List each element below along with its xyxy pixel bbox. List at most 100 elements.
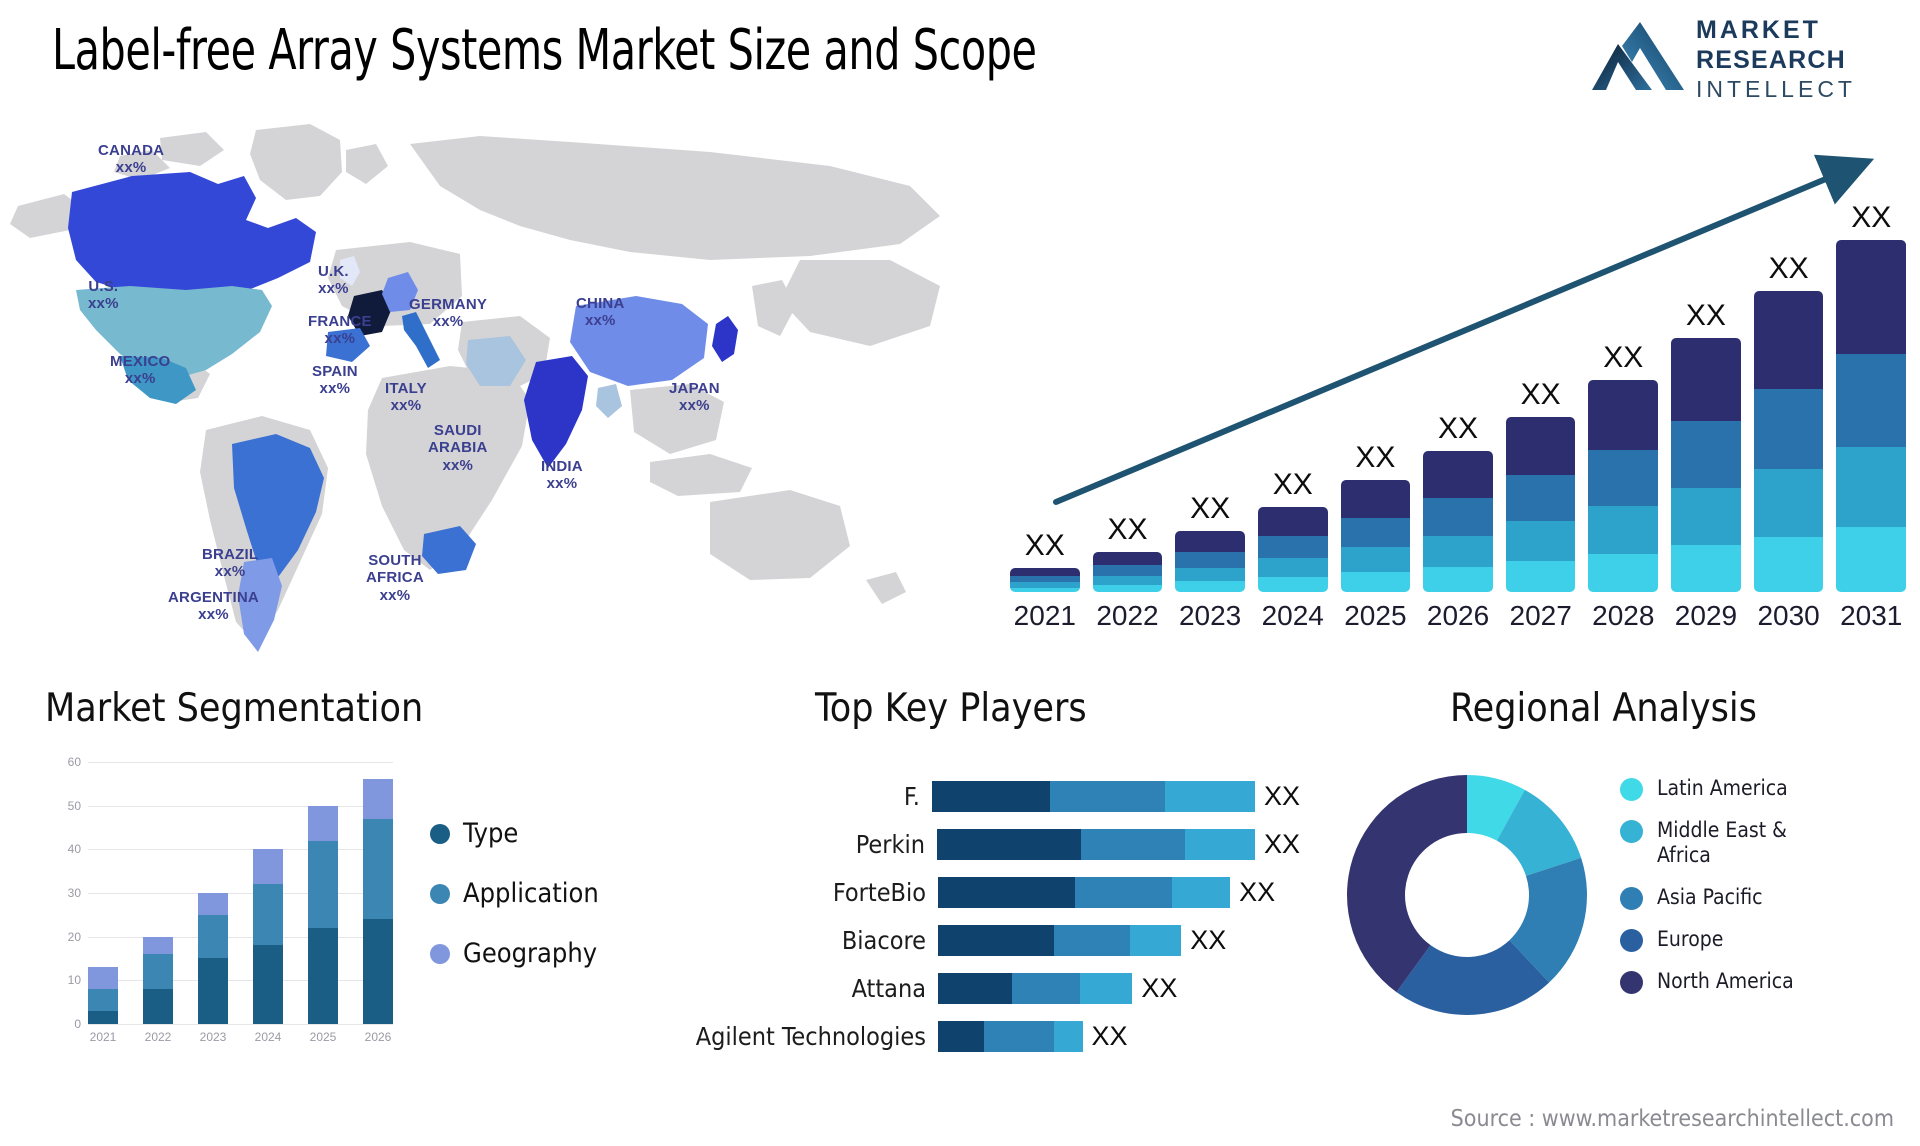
forecast-segment-segment-2 <box>1340 547 1411 573</box>
segmentation-y-tick: 30 <box>67 886 81 900</box>
regional-legend-item-asia-pacific[interactable]: Asia Pacific <box>1620 885 1794 910</box>
player-segment-segment-3 <box>1185 828 1255 860</box>
forecast-year-label: 2023 <box>1178 600 1242 631</box>
legend-dot-icon <box>1620 820 1643 843</box>
segmentation-x-tick: 2023 <box>199 1030 227 1044</box>
forecast-segment-segment-2 <box>1175 567 1245 582</box>
forecast-segment-segment-3 <box>1423 498 1493 536</box>
source-attribution: Source : www.marketresearchintellect.com <box>1450 1106 1894 1132</box>
forecast-year-axis: 2021 2022 2023 2024 2025 2026 2027 2028 2029 2030… <box>1010 600 1906 644</box>
legend-dot-icon <box>1620 928 1643 952</box>
forecast-bar-2030: XX <box>1753 192 1824 592</box>
segmentation-segment-application <box>308 840 338 928</box>
forecast-year-label: 2028 <box>1592 600 1655 631</box>
segmentation-y-tick: 60 <box>67 755 81 769</box>
forecast-stacked-bar <box>1505 417 1576 592</box>
forecast-segment-segment-3 <box>1505 475 1576 522</box>
forecast-segment-segment-2 <box>1257 557 1328 577</box>
forecast-segment-segment-4 <box>1836 240 1907 355</box>
forecast-stacked-bar <box>1257 507 1328 592</box>
segmentation-x-tick: 2025 <box>309 1030 337 1044</box>
map-label-china: CHINA xx% <box>576 295 625 330</box>
legend-dot-icon <box>1620 886 1643 910</box>
world-map-panel: CANADA xx% U.S. xx% MEXICO xx% BRAZIL xx% AR… <box>10 110 970 670</box>
forecast-segment-segment-4 <box>1175 531 1245 552</box>
forecast-bar-2024: XX <box>1257 192 1328 592</box>
segmentation-segment-geography <box>308 805 338 841</box>
regional-legend-item-north-america[interactable]: North America <box>1620 969 1794 994</box>
map-label-brazil: BRAZIL xx% <box>202 546 259 581</box>
map-label-india: INDIA xx% <box>541 458 583 493</box>
logo-line-intellect: INTELLECT <box>1696 76 1856 102</box>
player-segment-segment-3 <box>1130 924 1182 956</box>
forecast-segment-segment-1 <box>1092 584 1163 592</box>
segmentation-segment-type <box>253 945 283 1024</box>
forecast-segment-segment-1 <box>1505 560 1576 592</box>
forecast-segment-segment-3 <box>1257 535 1328 558</box>
regional-analysis-title: Regional Analysis <box>1450 686 1757 731</box>
forecast-segment-segment-2 <box>1836 447 1907 527</box>
segmentation-stacked-bar <box>253 849 283 1024</box>
forecast-segment-segment-4 <box>1340 480 1411 518</box>
regional-legend-item-latin-america[interactable]: Latin America <box>1620 776 1794 801</box>
legend-dot-icon <box>430 943 450 964</box>
forecast-stacked-bar <box>1588 380 1659 592</box>
segmentation-segment-application <box>143 954 173 990</box>
segmentation-legend-item-geography[interactable]: Geography <box>430 938 599 969</box>
player-value-label: XX <box>1239 876 1276 907</box>
player-segment-segment-3 <box>1053 1020 1083 1052</box>
player-segment-segment-2 <box>1053 924 1131 956</box>
legend-label: Type <box>463 818 519 849</box>
logo-line-market: MARKET <box>1696 16 1821 44</box>
forecast-bar-2029: XX <box>1671 192 1741 592</box>
segmentation-legend-item-application[interactable]: Application <box>430 878 599 909</box>
segmentation-segment-application <box>198 914 228 959</box>
forecast-stacked-bar <box>1010 568 1080 592</box>
forecast-segment-segment-4 <box>1588 380 1659 450</box>
segmentation-segment-application <box>363 818 393 920</box>
player-stacked-bar <box>938 924 1182 956</box>
segmentation-y-tick: 20 <box>67 929 81 944</box>
forecast-stacked-bar <box>1753 291 1824 592</box>
legend-dot-icon <box>1620 778 1643 801</box>
forecast-bar-2025: XX <box>1340 192 1411 592</box>
forecast-segment-segment-1 <box>1836 526 1907 592</box>
legend-label: Middle East & Africa <box>1657 818 1787 867</box>
logo-wordmark: MARKET RESEARCH INTELLECT <box>1696 18 1892 101</box>
segmentation-bar-2023 <box>198 762 228 1024</box>
forecast-year-label: 2030 <box>1757 600 1820 631</box>
regional-legend-item-europe[interactable]: Europe <box>1620 927 1794 952</box>
forecast-segment-segment-3 <box>1671 421 1741 489</box>
legend-dot-icon <box>1620 970 1643 994</box>
segmentation-bar-2025 <box>308 762 338 1024</box>
player-segment-segment-2 <box>1050 780 1166 812</box>
segmentation-segment-application <box>88 989 118 1011</box>
legend-label: North America <box>1657 968 1794 993</box>
forecast-segment-segment-1 <box>1588 553 1659 592</box>
segmentation-x-axis: 2021 2022 2023 2024 2025 2026 <box>88 1030 393 1044</box>
player-value-label: XX <box>1141 972 1178 1003</box>
forecast-segment-segment-3 <box>1753 389 1824 469</box>
player-value-label: XX <box>1091 1020 1128 1051</box>
legend-dot-icon <box>430 883 450 904</box>
segmentation-legend-item-type[interactable]: Type <box>430 818 599 849</box>
market-segmentation-panel: Market Segmentation 0 10 20 30 40 50 60 2021 20… <box>30 686 630 1130</box>
forecast-segment-segment-3 <box>1836 354 1907 448</box>
segmentation-y-tick: 0 <box>74 1017 81 1031</box>
regional-legend-item-middle-east-africa[interactable]: Middle East & Africa <box>1620 818 1794 868</box>
segmentation-y-tick: 10 <box>67 973 81 988</box>
player-row: ForteBio XX <box>640 868 1300 916</box>
forecast-year-label: 2022 <box>1096 600 1159 631</box>
player-segment-segment-1 <box>931 780 1051 812</box>
player-name-label: Perkin <box>855 829 926 859</box>
forecast-segment-segment-3 <box>1588 449 1659 507</box>
regional-analysis-panel: Regional Analysis Latin America Middle Ea… <box>1290 686 1910 1130</box>
player-segment-segment-3 <box>1172 876 1231 908</box>
header: Label-free Array Systems Market Size and… <box>0 0 1920 120</box>
player-segment-segment-1 <box>937 828 1082 860</box>
top-key-players-title: Top Key Players <box>815 686 1087 731</box>
forecast-stacked-bar <box>1836 240 1907 592</box>
segmentation-x-tick: 2022 <box>144 1030 172 1044</box>
segmentation-stacked-bar <box>198 893 228 1024</box>
player-name-label: ForteBio <box>832 877 926 907</box>
